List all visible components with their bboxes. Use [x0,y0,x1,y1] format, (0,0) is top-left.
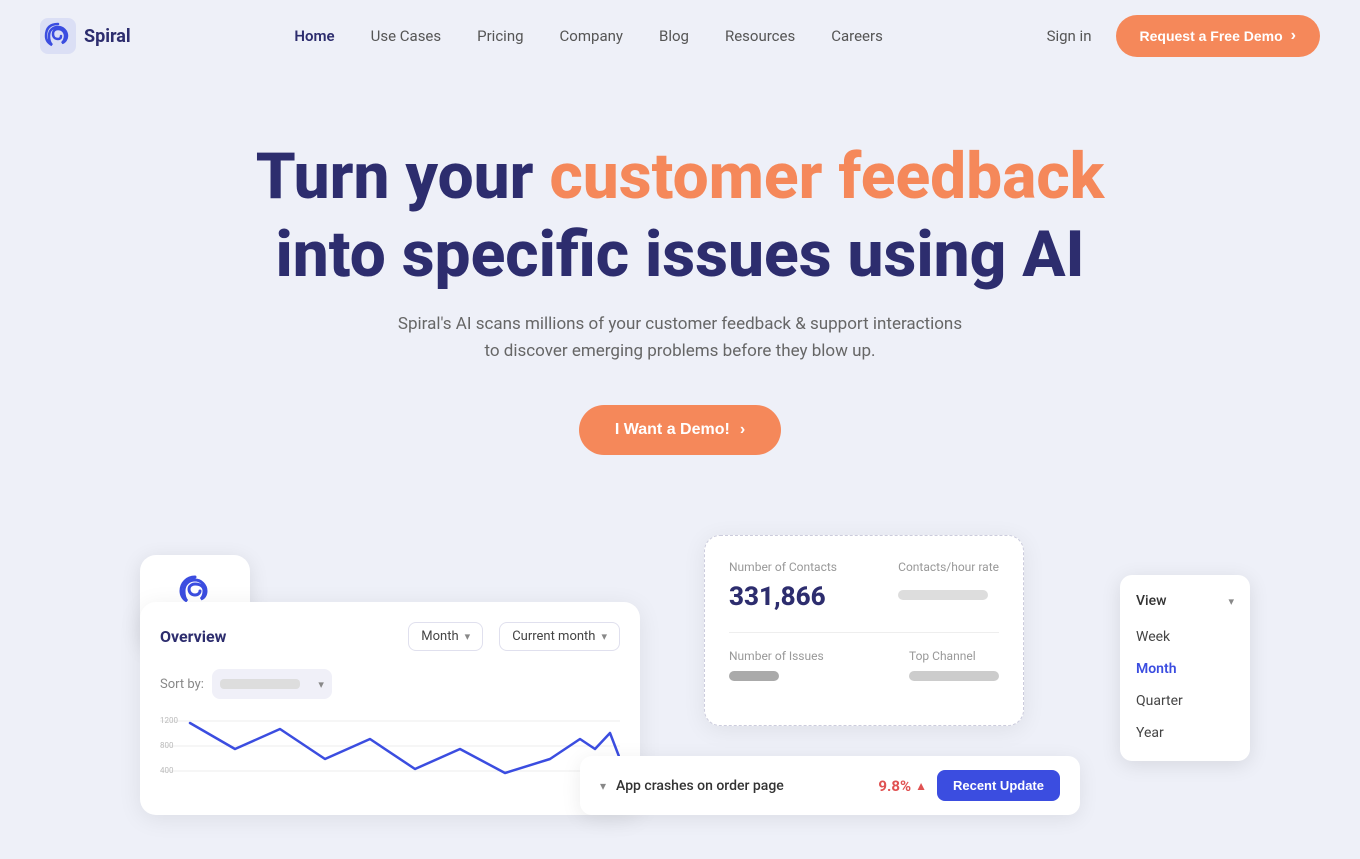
issues-label: Number of Issues [729,649,824,663]
contacts-label: Number of Contacts [729,560,837,574]
contacts-stat: Number of Contacts 331,866 [729,560,837,612]
signin-link[interactable]: Sign in [1047,27,1092,45]
brand-name: Spiral [84,26,131,47]
hero-subtitle: Spiral's AI scans millions of your custo… [340,311,1020,365]
dashboard-main-card: Overview Month ▾ Current month ▾ Sort by… [140,602,640,815]
navigation: Spiral Home Use Cases Pricing Company Bl… [0,0,1360,72]
nav-link-resources[interactable]: Resources [725,27,795,45]
bottom-bar-chevron-icon: ▾ [600,779,606,793]
month-dropdown-arrow-icon: ▾ [465,630,471,643]
nav-link-company[interactable]: Company [560,27,623,45]
sort-row: Sort by: ▾ [160,669,620,699]
top-channel-bar [909,671,999,681]
period-dropdown[interactable]: Current month ▾ [499,622,620,651]
sort-select[interactable]: ▾ [212,669,332,699]
issues-bar [729,671,779,681]
view-option-month[interactable]: Month [1120,653,1250,685]
period-dropdown-arrow-icon: ▾ [601,630,607,643]
logo[interactable]: Spiral [40,18,131,54]
hero-section: Turn your customer feedback into specifi… [0,72,1360,505]
nav-link-usecases[interactable]: Use Cases [371,27,442,45]
view-dropdown-header: View ▾ [1120,587,1250,621]
view-option-year[interactable]: Year [1120,717,1250,749]
nav-right: Sign in Request a Free Demo › [1047,15,1320,57]
dashboard-chart: 1200 800 400 [160,711,620,795]
stats-row-top: Number of Contacts 331,866 Contacts/hour… [729,560,999,612]
top-channel-stat: Top Channel [909,649,999,681]
bottom-issue-bar: ▾ App crashes on order page 9.8% ▲ Recen… [580,756,1080,815]
hero-title-line1: Turn your customer feedback [40,142,1320,212]
issues-stat: Number of Issues [729,649,824,681]
sort-select-arrow-icon: ▾ [318,678,324,691]
bottom-bar-percentage: 9.8% ▲ [878,777,927,795]
chart-svg: 1200 800 400 [160,711,620,791]
svg-text:800: 800 [160,741,174,750]
view-dropdown-arrow-icon: ▾ [1228,595,1234,608]
contacts-value: 331,866 [729,582,837,612]
hero-plain-text: Turn your [256,139,550,214]
stats-row-bottom: Number of Issues Top Channel [729,649,999,681]
hero-title: Turn your customer feedback into specifi… [40,142,1320,291]
hero-orange-feedback: feedback [838,139,1104,214]
recent-update-button[interactable]: Recent Update [937,770,1060,801]
stats-card: Number of Contacts 331,866 Contacts/hour… [704,535,1024,726]
nav-link-home[interactable]: Home [294,27,334,45]
dashboard-header: Overview Month ▾ Current month ▾ [160,622,620,651]
svg-text:1200: 1200 [160,716,178,725]
hero-btn-arrow-icon: › [740,421,745,439]
dashboard-preview: Spiral Overview Month ▾ Current month ▾ … [80,535,1280,815]
view-option-week[interactable]: Week [1120,621,1250,653]
cta-arrow-icon: › [1291,27,1296,45]
top-channel-label: Top Channel [909,649,999,663]
contacts-rate-label: Contacts/hour rate [898,560,999,574]
nav-links: Home Use Cases Pricing Company Blog Reso… [294,27,882,45]
contacts-rate-stat: Contacts/hour rate [898,560,999,612]
view-dropdown-card: View ▾ Week Month Quarter Year [1120,575,1250,761]
stats-divider [729,632,999,633]
hero-title-line2: into specific issues using AI [275,217,1084,292]
sort-label: Sort by: [160,677,204,692]
nav-link-pricing[interactable]: Pricing [477,27,523,45]
bottom-bar-issue-label: App crashes on order page [616,778,868,794]
view-option-quarter[interactable]: Quarter [1120,685,1250,717]
svg-text:400: 400 [160,766,174,775]
nav-link-blog[interactable]: Blog [659,27,689,45]
hero-orange-customer: customer [549,139,822,214]
contacts-rate-bar [898,590,988,600]
spiral-logo-icon [40,18,76,54]
dashboard-title: Overview [160,627,392,646]
month-dropdown[interactable]: Month ▾ [408,622,483,651]
nav-link-careers[interactable]: Careers [831,27,883,45]
hero-cta-button[interactable]: I Want a Demo! › [579,405,781,455]
pct-up-arrow-icon: ▲ [915,779,927,793]
request-demo-button[interactable]: Request a Free Demo › [1116,15,1321,57]
